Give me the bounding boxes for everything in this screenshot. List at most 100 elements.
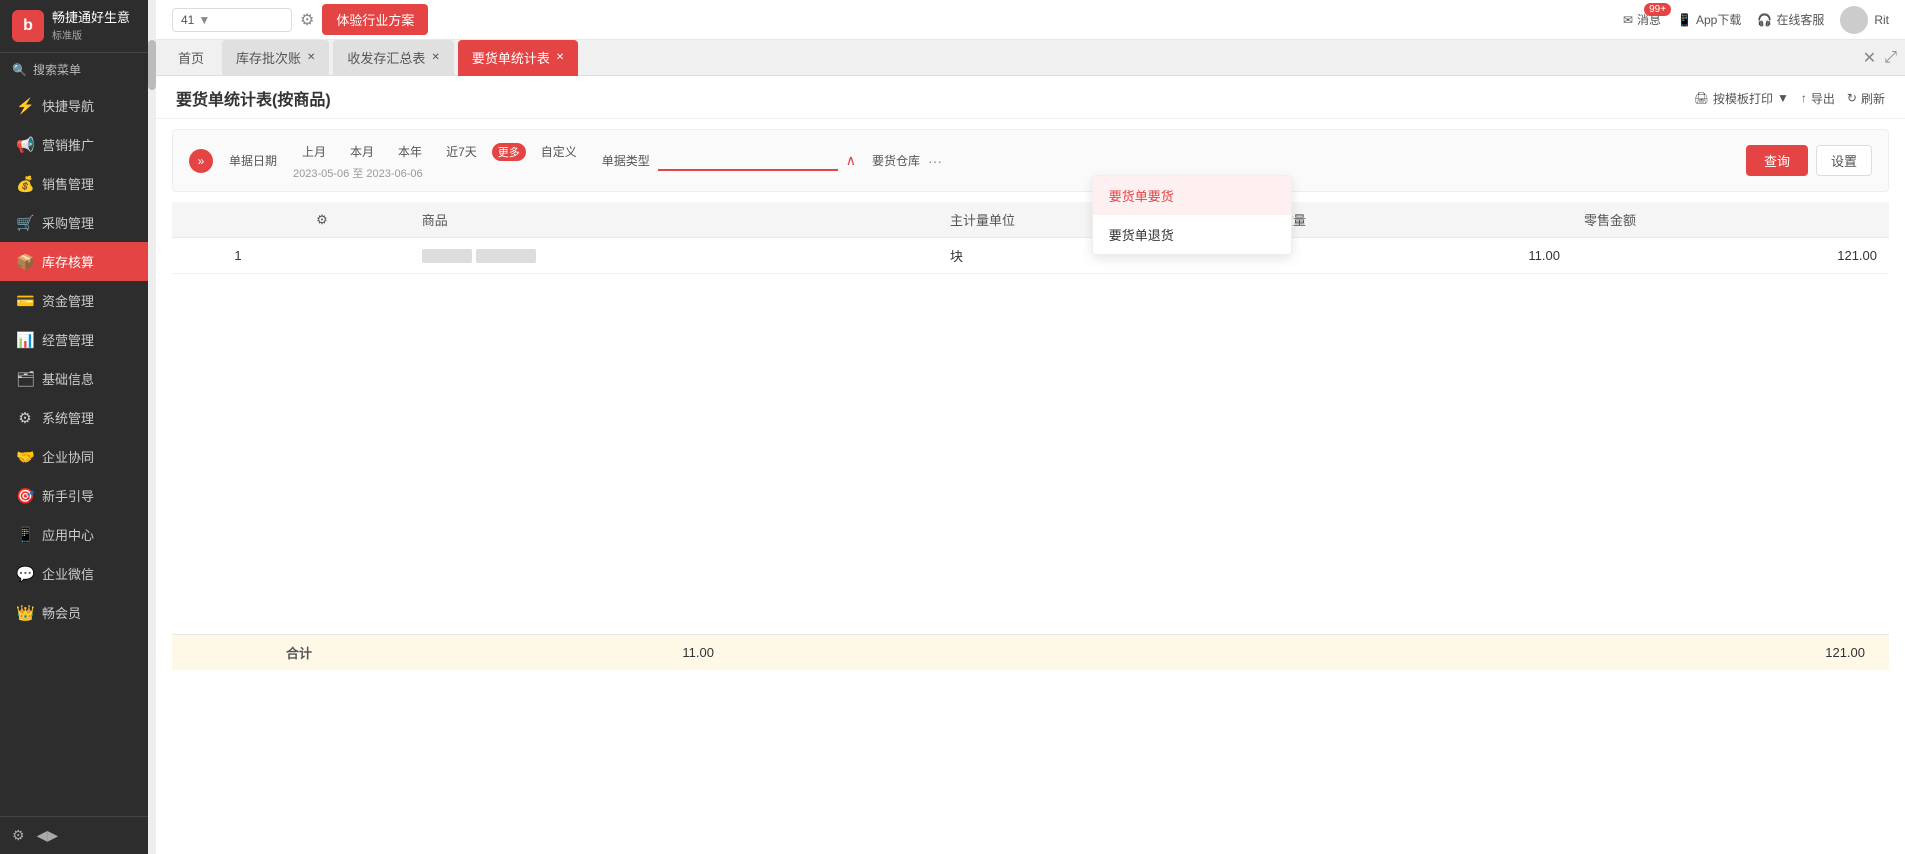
filter-expand-btn[interactable]: » <box>189 149 213 173</box>
topbar-settings-icon[interactable]: ⚙ <box>300 10 314 30</box>
finance-icon: 💳 <box>16 292 34 310</box>
purchase-icon: 🛒 <box>16 214 34 232</box>
last-7-days-btn[interactable]: 近7天 <box>437 140 486 163</box>
row-settings <box>304 238 410 274</box>
app-name: 畅捷通好生意 <box>52 10 130 27</box>
filter-actions: 查询 设置 <box>1746 145 1872 176</box>
close-all-tabs-btn[interactable]: ✕ <box>1863 48 1876 68</box>
footer-amount: 121.00 <box>1745 645 1865 660</box>
user-area[interactable]: Rit <box>1840 6 1889 34</box>
set-btn[interactable]: 设置 <box>1816 145 1872 176</box>
more-dates-btn[interactable]: 更多 <box>492 143 526 161</box>
user-avatar <box>1840 6 1868 34</box>
scrollbar-thumb <box>148 40 156 90</box>
company-selector[interactable]: 41 ▼ <box>172 8 292 32</box>
footer-collapse-btn[interactable]: ◀▶ <box>37 827 59 844</box>
sidebar-item-system[interactable]: ⚙ 系统管理 <box>0 398 148 437</box>
close-requisition-icon[interactable]: ✕ <box>556 52 564 63</box>
sidebar-item-operations[interactable]: 📊 经营管理 <box>0 320 148 359</box>
sidebar-item-member[interactable]: 👑 畅会员 <box>0 593 148 632</box>
topbar-left: 41 ▼ ⚙ 体验行业方案 <box>172 4 1611 35</box>
print-chevron-icon: ▼ <box>1777 91 1789 105</box>
type-filter-input[interactable] <box>658 151 838 171</box>
warehouse-filter-label: 要货仓库 <box>872 152 920 169</box>
tabs-bar: 首页 库存批次账 ✕ 收发存汇总表 ✕ 要货单统计表 ✕ ✕ ⤢ <box>156 40 1905 76</box>
row-num: 1 <box>172 238 304 274</box>
table-header: ⚙ 商品 主计量单位 主数量 零售金额 <box>172 202 1889 238</box>
dropdown-item-requisition-order[interactable]: 要货单要货 <box>1093 176 1291 215</box>
dropdown-label: 要货单要货 <box>1109 189 1174 204</box>
sidebar-label: 系统管理 <box>42 408 94 427</box>
sidebar-label: 库存核算 <box>42 252 94 271</box>
trial-btn[interactable]: 体验行业方案 <box>322 4 428 35</box>
sidebar-item-enterprise[interactable]: 🤝 企业协同 <box>0 437 148 476</box>
refresh-label: 刷新 <box>1861 90 1885 107</box>
home-tab-label: 首页 <box>178 48 204 67</box>
close-batch-account-icon[interactable]: ✕ <box>307 52 315 63</box>
tabs-end: ✕ ⤢ <box>1863 48 1897 68</box>
print-label: 按模板打印 <box>1713 90 1773 107</box>
sidebar-item-purchase[interactable]: 🛒 采购管理 <box>0 203 148 242</box>
footer-settings-btn[interactable]: ⚙ <box>12 827 25 844</box>
online-service-label: 在线客服 <box>1776 11 1824 28</box>
this-year-btn[interactable]: 本年 <box>389 140 431 163</box>
marketing-icon: 📢 <box>16 136 34 154</box>
table-row: 1 块 11.00 121.00 <box>172 238 1889 274</box>
warehouse-more-icon[interactable]: ··· <box>928 153 942 169</box>
table-body: 1 块 11.00 121.00 <box>172 238 1889 274</box>
row-qty: 11.00 <box>1255 238 1572 274</box>
date-range-btns: 上月 本月 本年 近7天 更多 自定义 2023-05-06 至 2023-06… <box>293 140 586 181</box>
export-btn[interactable]: ↑ 导出 <box>1801 90 1835 107</box>
topbar-right: ✉ 消息 99+ 📱 App下载 🎧 在线客服 Rit <box>1623 6 1889 34</box>
dropdown-item-requisition-return[interactable]: 要货单退货 <box>1093 215 1291 254</box>
sidebar-item-app-center[interactable]: 📱 应用中心 <box>0 515 148 554</box>
sidebar-item-basic-info[interactable]: 🗂 基础信息 <box>0 359 148 398</box>
this-month-btn[interactable]: 本月 <box>341 140 383 163</box>
refresh-btn[interactable]: ↻ 刷新 <box>1847 90 1885 107</box>
col-header-amount: 零售金额 <box>1572 202 1889 238</box>
col-header-qty: 主数量 <box>1255 202 1572 238</box>
query-btn[interactable]: 查询 <box>1746 145 1808 176</box>
footer-label: 合计 <box>274 643 474 662</box>
wechat-icon: 💬 <box>16 565 34 583</box>
print-template-btn[interactable]: 🖨 按模板打印 ▼ <box>1694 90 1789 107</box>
sidebar-search[interactable]: 🔍 搜索菜单 <box>0 53 148 86</box>
close-receivable-icon[interactable]: ✕ <box>431 52 439 63</box>
sidebar-label: 企业微信 <box>42 564 94 583</box>
sidebar-item-sales[interactable]: 💰 销售管理 <box>0 164 148 203</box>
tab-home[interactable]: 首页 <box>164 40 218 76</box>
tab-batch-account[interactable]: 库存批次账 ✕ <box>222 40 329 76</box>
batch-account-label: 库存批次账 <box>236 48 301 67</box>
type-filter-label: 单据类型 <box>602 152 650 169</box>
online-service-btn[interactable]: 🎧 在线客服 <box>1757 11 1824 28</box>
message-icon: ✉ <box>1623 13 1633 27</box>
type-chevron-icon[interactable]: ∧ <box>846 152 856 169</box>
filter-row: » 单据日期 上月 本月 本年 近7天 更多 自定义 2023-05-06 至 <box>189 140 1872 181</box>
messages-btn[interactable]: ✉ 消息 99+ <box>1623 11 1661 28</box>
sidebar-item-wechat[interactable]: 💬 企业微信 <box>0 554 148 593</box>
enterprise-icon: 🤝 <box>16 448 34 466</box>
receivable-summary-label: 收发存汇总表 <box>347 48 425 67</box>
sidebar-footer: ⚙ ◀▶ <box>0 816 148 854</box>
sidebar-item-guide[interactable]: 🎯 新手引导 <box>0 476 148 515</box>
custom-date-btn[interactable]: 自定义 <box>532 140 586 163</box>
last-month-btn[interactable]: 上月 <box>293 140 335 163</box>
export-label: 导出 <box>1811 90 1835 107</box>
sidebar-nav: ⚡ 快捷导航 📢 营销推广 💰 销售管理 🛒 采购管理 📦 库存核算 💳 资金管… <box>0 86 148 816</box>
filter-bar: » 单据日期 上月 本月 本年 近7天 更多 自定义 2023-05-06 至 <box>172 129 1889 192</box>
tab-requisition-stats[interactable]: 要货单统计表 ✕ <box>458 40 578 76</box>
inventory-icon: 📦 <box>16 253 34 271</box>
sidebar-item-inventory[interactable]: 📦 库存核算 <box>0 242 148 281</box>
sidebar-label: 基础信息 <box>42 369 94 388</box>
sidebar-item-quick-nav[interactable]: ⚡ 快捷导航 <box>0 86 148 125</box>
sidebar-label: 应用中心 <box>42 525 94 544</box>
tab-receivable-summary[interactable]: 收发存汇总表 ✕ <box>333 40 453 76</box>
expand-tabs-btn[interactable]: ⤢ <box>1884 49 1897 67</box>
search-label: 搜索菜单 <box>33 61 81 78</box>
sidebar-item-finance[interactable]: 💳 资金管理 <box>0 281 148 320</box>
refresh-icon: ↻ <box>1847 91 1857 105</box>
sidebar-item-marketing[interactable]: 📢 营销推广 <box>0 125 148 164</box>
col-header-settings[interactable]: ⚙ <box>304 202 410 238</box>
sidebar-scrollbar[interactable] <box>148 0 156 854</box>
app-download-btn[interactable]: 📱 App下载 <box>1677 11 1741 28</box>
